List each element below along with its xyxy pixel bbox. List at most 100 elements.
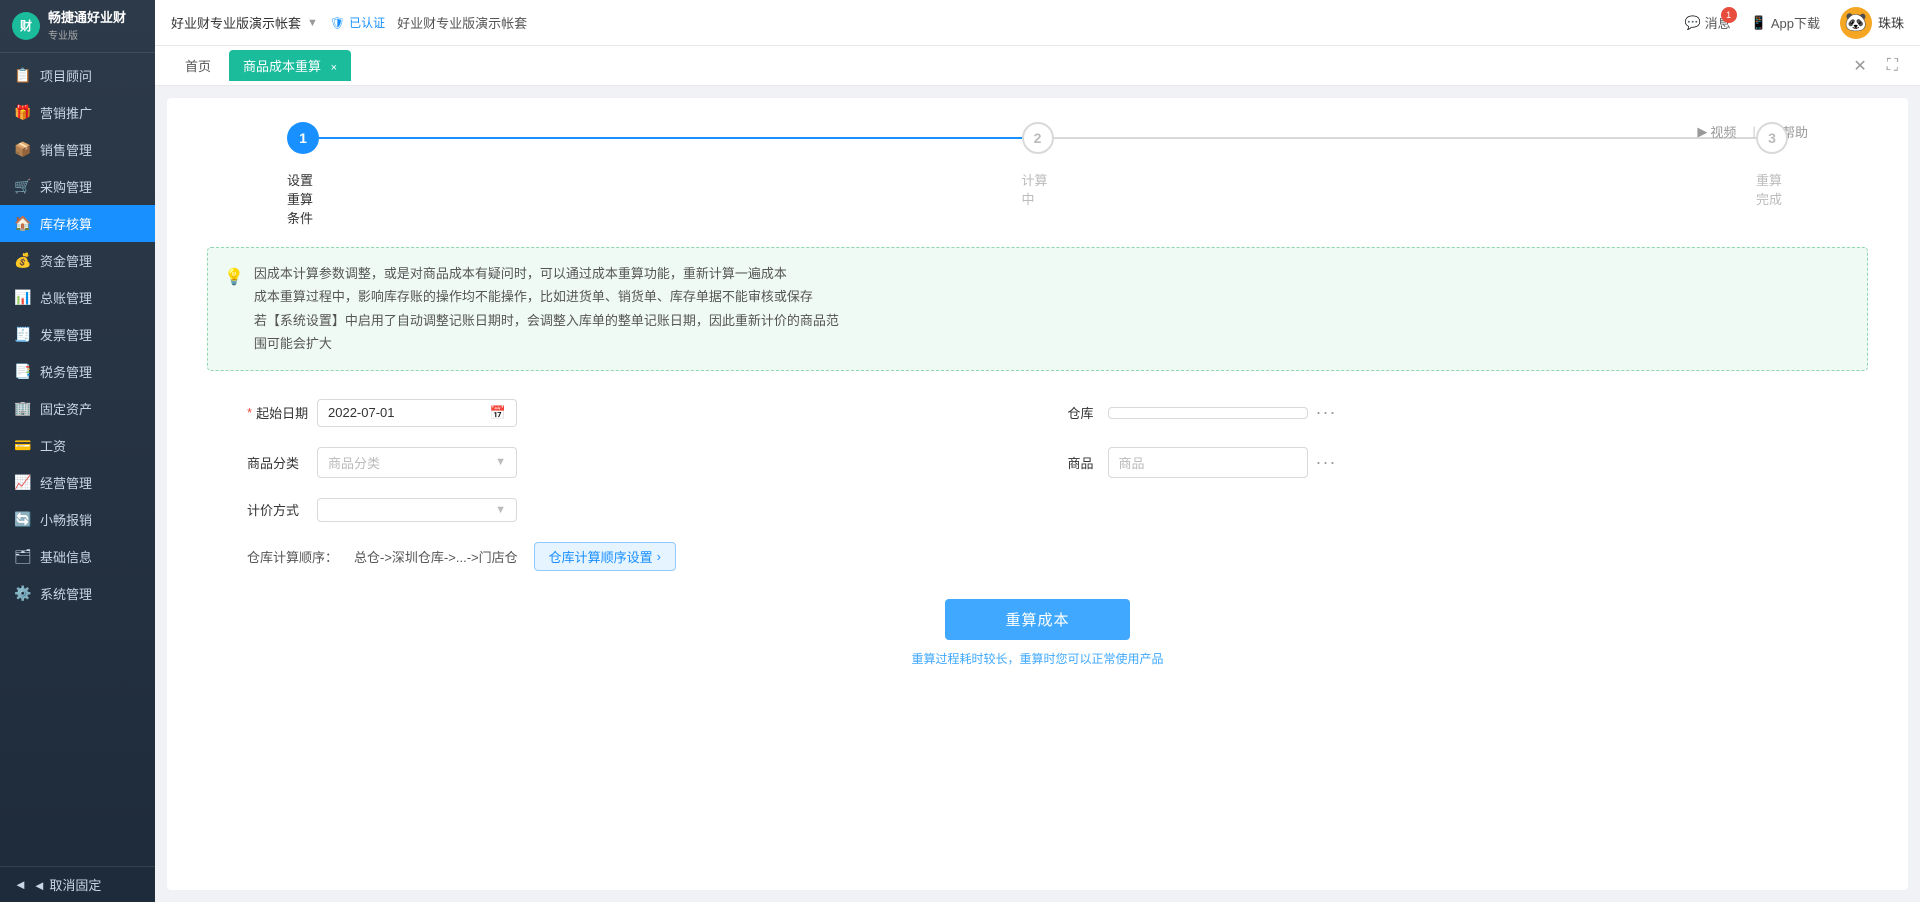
maximize-button[interactable]: ⛶ (1881, 54, 1904, 78)
recalc-hint: 重算过程耗时较长，重算时您可以正常使用产品 (911, 650, 1163, 667)
sales-icon: 📦 (14, 141, 32, 158)
sidebar-item-salary[interactable]: 💳工资 (0, 427, 155, 464)
logo-subtitle: 专业版 (48, 27, 126, 42)
pricing-select[interactable]: ▼ (317, 498, 517, 522)
user-profile[interactable]: 🐼 珠珠 (1840, 7, 1904, 39)
form-row-2: 商品分类 商品分类 ▼ 商品 商品 ··· (247, 447, 1828, 478)
purchase-label: 采购管理 (40, 177, 92, 196)
goods-more-icon[interactable]: ··· (1316, 452, 1337, 473)
operation-label: 经营管理 (40, 473, 92, 492)
sidebar-item-tax[interactable]: 📑税务管理 (0, 353, 155, 390)
unpin-label: ◄ 取消固定 (33, 875, 101, 894)
shield-icon: 🛡 (330, 16, 345, 30)
project-label: 项目顾问 (40, 66, 92, 85)
message-badge: 1 (1721, 7, 1737, 23)
step1-label: 设置重算条件 (287, 170, 319, 227)
warehouse-more-icon[interactable]: ··· (1316, 402, 1337, 423)
sidebar-unpin[interactable]: ◄ ◄ 取消固定 (0, 866, 155, 902)
step1-circle: 1 (287, 122, 319, 154)
recalc-button[interactable]: 重算成本 (945, 599, 1129, 640)
fixed-label: 固定资产 (40, 399, 92, 418)
sidebar-nav: 📋 项目顾问 🎁营销推广 📦 销售管理 🛒 采购管理 🏠库存核算 💰 资金管理 📊总账管理 🧾 发票管理… (0, 53, 155, 866)
step-line-1 (319, 137, 1022, 139)
steps-section: 1 2 3 (207, 122, 1868, 227)
project-icon: 📋 (14, 67, 32, 84)
sidebar-item-purchase[interactable]: 🛒 采购管理 (0, 168, 155, 205)
basic-icon: 🗂 (14, 548, 32, 565)
sidebar-item-operation[interactable]: 📈经营管理 (0, 464, 155, 501)
category-field: 商品分类 商品分类 ▼ (247, 447, 1008, 478)
category-select[interactable]: 商品分类 ▼ (317, 447, 517, 478)
sidebar-logo: 财 畅捷通好业财 专业版 (0, 0, 155, 53)
sidebar-item-inventory[interactable]: 🏠库存核算 (0, 205, 155, 242)
sidebar-item-finance[interactable]: 💰 资金管理 (0, 242, 155, 279)
logo-title: 畅捷通好业财 (48, 10, 126, 27)
sidebar-item-sales[interactable]: 📦 销售管理 (0, 131, 155, 168)
start-date-value: 2022-07-01 (328, 405, 395, 420)
sidebar-item-basic[interactable]: 🗂 基础信息 (0, 538, 155, 575)
message-button[interactable]: 💬 消息 1 (1684, 13, 1730, 32)
sidebar-item-expense[interactable]: 🔄小畅报销 (0, 501, 155, 538)
category-chevron-icon: ▼ (495, 456, 506, 468)
marketing-icon: 🎁 (14, 104, 32, 121)
system-icon: ⚙️ (14, 585, 32, 602)
salary-label: 工资 (40, 436, 66, 455)
avatar: 🐼 (1840, 7, 1872, 39)
system-label: 系统管理 (40, 584, 92, 603)
invoice-icon: 🧾 (14, 326, 32, 343)
sidebar-item-invoice[interactable]: 🧾 发票管理 (0, 316, 155, 353)
sidebar-item-system[interactable]: ⚙️ 系统管理 (0, 575, 155, 612)
account-selector[interactable]: 好业财专业版演示帐套 ▼ (171, 13, 318, 32)
finance-icon: 💰 (14, 252, 32, 269)
verified-badge: 🛡 已认证 (330, 14, 385, 31)
tab-close-icon[interactable]: × (331, 62, 337, 74)
tabs-bar: 首页 商品成本重算 × ✕ ⛶ (155, 46, 1920, 86)
account-name: 好业财专业版演示帐套 (171, 13, 301, 32)
warehouse-order-btn[interactable]: 仓库计算顺序设置 › (534, 542, 676, 571)
start-date-input[interactable]: 2022-07-01 📅 (317, 399, 517, 427)
tab-home-label: 首页 (185, 59, 211, 74)
fixed-icon: 🏢 (14, 400, 32, 417)
expense-icon: 🔄 (14, 511, 32, 528)
goods-input[interactable]: 商品 (1108, 447, 1308, 478)
video-link[interactable]: ▶ 视频 (1697, 122, 1736, 141)
app-download-button[interactable]: 📱 App下载 (1751, 13, 1820, 32)
pricing-label: 计价方式 (247, 500, 317, 519)
app-download-label: App下载 (1771, 13, 1820, 32)
sidebar-item-accounting[interactable]: 📊总账管理 (0, 279, 155, 316)
tab-recalc[interactable]: 商品成本重算 × (229, 50, 351, 81)
basic-label: 基础信息 (40, 547, 92, 566)
warehouse-input[interactable] (1108, 407, 1308, 419)
play-icon: ▶ (1697, 124, 1707, 140)
tax-icon: 📑 (14, 363, 32, 380)
category-label: 商品分类 (247, 453, 317, 472)
username-label: 珠珠 (1878, 13, 1904, 32)
sidebar-item-marketing[interactable]: 🎁营销推广 (0, 94, 155, 131)
sidebar-item-project[interactable]: 📋 项目顾问 (0, 57, 155, 94)
warehouse-field: 仓库 ··· (1068, 402, 1829, 423)
goods-label: 商品 (1068, 453, 1108, 472)
tab-home[interactable]: 首页 (171, 50, 225, 81)
purchase-icon: 🛒 (14, 178, 32, 195)
sidebar-item-fixed[interactable]: 🏢 固定资产 (0, 390, 155, 427)
unpin-icon: ◄ (14, 877, 27, 892)
sales-label: 销售管理 (40, 140, 92, 159)
warehouse-label: 仓库 (1068, 403, 1108, 422)
info-box: 💡 因成本计算参数调整，或是对商品成本有疑问时，可以通过成本重算功能，重新计算一… (207, 247, 1868, 371)
warehouse-order-label: 仓库计算顺序： (247, 547, 338, 566)
tab-recalc-label: 商品成本重算 (243, 59, 321, 74)
calendar-icon[interactable]: 📅 (490, 405, 506, 421)
finance-label: 资金管理 (40, 251, 92, 270)
tabs-right-actions: ✕ ⛶ (1847, 54, 1904, 78)
sidebar: 财 畅捷通好业财 专业版 📋 项目顾问 🎁营销推广 📦 销售管理 🛒 采购管理 🏠库存核算 💰 资… (0, 0, 155, 902)
invoice-label: 发票管理 (40, 325, 92, 344)
main-container: 好业财专业版演示帐套 ▼ 🛡 已认证 好业财专业版演示帐套 💬 消息 1 📱 A… (155, 0, 1920, 902)
warehouse-order-btn-label: 仓库计算顺序设置 (549, 547, 653, 566)
close-window-button[interactable]: ✕ (1847, 54, 1872, 78)
step3-circle: 3 (1756, 122, 1788, 154)
account-chevron-icon: ▼ (307, 17, 318, 29)
step3-label: 重算完成 (1756, 170, 1788, 208)
goods-field: 商品 商品 ··· (1068, 447, 1829, 478)
page-content: 1 2 3 (167, 98, 1908, 890)
chevron-right-icon: › (657, 549, 661, 564)
